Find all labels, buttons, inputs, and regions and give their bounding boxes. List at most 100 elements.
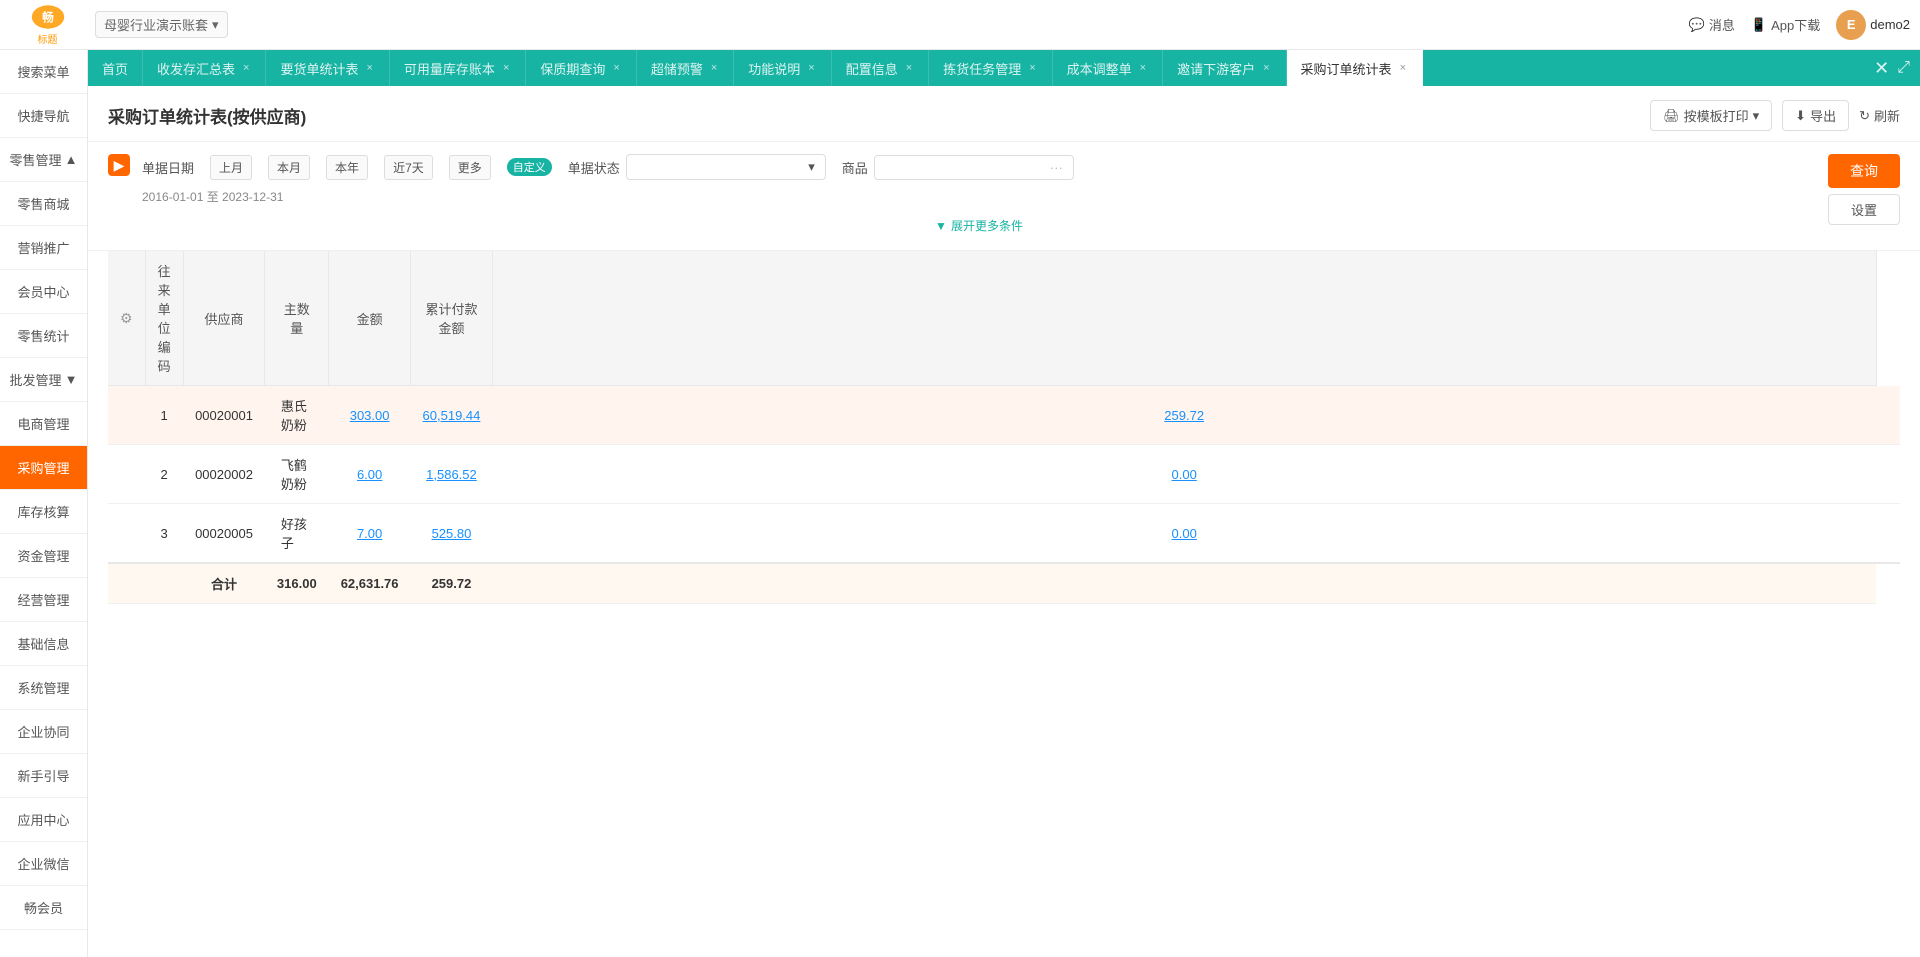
tab-invite-customer[interactable]: 邀请下游客户 × xyxy=(1163,50,1286,86)
expand-more-button[interactable]: ▼ 展开更多条件 xyxy=(931,213,1027,238)
sidebar-item-newbie[interactable]: 新手引导 xyxy=(0,754,87,798)
gear-icon[interactable]: ⚙ xyxy=(120,310,133,326)
row-quantity-1[interactable]: 6.00 xyxy=(329,445,411,504)
sidebar-item-enterprise[interactable]: 企业协同 xyxy=(0,710,87,754)
row-quantity-0[interactable]: 303.00 xyxy=(329,386,411,445)
filter-area: ▶ 单据日期 上月 本月 本年 近7天 更多 自定义 xyxy=(88,142,1920,251)
tab-close-order-summary[interactable]: × xyxy=(364,61,374,75)
sidebar-item-retail-shop[interactable]: 零售商城 xyxy=(0,182,87,226)
filter-toggle-button[interactable]: ▶ xyxy=(108,154,130,176)
status-select[interactable]: ▾ xyxy=(626,154,826,180)
sidebar-item-search[interactable]: 搜索菜单 xyxy=(0,50,87,94)
col-header-supplier: 供应商 xyxy=(183,251,265,386)
tab-home[interactable]: 首页 xyxy=(88,50,143,86)
sidebar-item-retail-stats[interactable]: 零售统计 xyxy=(0,314,87,358)
message-button[interactable]: 💬 消息 xyxy=(1689,15,1735,34)
tab-config-info[interactable]: 配置信息 × xyxy=(832,50,929,86)
setting-button[interactable]: 设置 xyxy=(1828,194,1900,225)
tab-pick-task[interactable]: 拣货任务管理 × xyxy=(929,50,1052,86)
tab-close-overstock-warning[interactable]: × xyxy=(709,61,719,75)
refresh-button[interactable]: ↻ 刷新 xyxy=(1859,106,1900,125)
sidebar-item-shortcut[interactable]: 快捷导航 xyxy=(0,94,87,138)
sidebar: 搜索菜单 快捷导航 零售管理▲ 零售商城 营销推广 会员中心 零售统计 批发管理… xyxy=(0,50,88,957)
row-amount-0[interactable]: 60,519.44 xyxy=(411,386,493,445)
footer-amount: 62,631.76 xyxy=(329,563,411,604)
row-empty-1 xyxy=(1876,445,1900,504)
industry-selector[interactable]: 母婴行业演示账套 ▾ xyxy=(95,11,228,38)
sidebar-item-wechat[interactable]: 企业微信 xyxy=(0,842,87,886)
tab-overstock-warning[interactable]: 超储预警 × xyxy=(637,50,734,86)
footer-quantity: 316.00 xyxy=(265,563,329,604)
content-area: 首页 收发存汇总表 × 要货单统计表 × 可用量库存账本 × 保质期查询 × 超… xyxy=(88,50,1920,957)
tab-purchase-summary[interactable]: 采购订单统计表 × xyxy=(1287,50,1423,86)
data-table: ⚙ 往来单位编码 供应商 主数量 金额 累计付款金额 xyxy=(108,251,1900,604)
row-quantity-2[interactable]: 7.00 xyxy=(329,504,411,564)
tab-close-function-desc[interactable]: × xyxy=(806,61,816,75)
page-header: 采购订单统计表(按供应商) 🖨 按模板打印 ▾ ⬇ 导出 ↻ xyxy=(88,86,1920,142)
phone-icon: 📱 xyxy=(1751,17,1767,33)
sidebar-item-member[interactable]: 会员中心 xyxy=(0,270,87,314)
tab-receive-summary[interactable]: 收发存汇总表 × xyxy=(143,50,266,86)
row-amount-1[interactable]: 1,586.52 xyxy=(411,445,493,504)
tab-close-all-icon[interactable]: ✕ xyxy=(1874,58,1889,79)
col-header-empty xyxy=(492,251,1876,386)
date-btn-this-year[interactable]: 本年 xyxy=(326,155,368,180)
sidebar-item-member2[interactable]: 畅会员 xyxy=(0,886,87,930)
app-download-button[interactable]: 📱 App下载 xyxy=(1751,15,1820,34)
chevron-down-icon: ▾ xyxy=(212,17,219,33)
row-settings-0 xyxy=(108,386,145,445)
tab-close-expiry-query[interactable]: × xyxy=(611,61,621,75)
table-row: 2 00020002 飞鹤奶粉 6.00 1,586.52 0.00 xyxy=(108,445,1900,504)
top-bar-right: 💬 消息 📱 App下载 E demo2 xyxy=(1689,10,1910,40)
tab-available-inventory[interactable]: 可用量库存账本 × xyxy=(390,50,526,86)
page-actions: 🖨 按模板打印 ▾ ⬇ 导出 ↻ 刷新 xyxy=(1650,100,1900,131)
export-button[interactable]: ⬇ 导出 xyxy=(1782,100,1849,131)
template-print-button[interactable]: 🖨 按模板打印 ▾ xyxy=(1650,100,1772,131)
date-btn-this-month[interactable]: 本月 xyxy=(268,155,310,180)
tab-function-desc[interactable]: 功能说明 × xyxy=(734,50,831,86)
sidebar-item-finance[interactable]: 资金管理 xyxy=(0,534,87,578)
main-layout: 搜索菜单 快捷导航 零售管理▲ 零售商城 营销推广 会员中心 零售统计 批发管理… xyxy=(0,50,1920,957)
table-row: 1 00020001 惠氏奶粉 303.00 60,519.44 259.72 xyxy=(108,386,1900,445)
date-btn-7days[interactable]: 近7天 xyxy=(384,155,433,180)
row-empty-0 xyxy=(1876,386,1900,445)
sidebar-item-retail[interactable]: 零售管理▲ xyxy=(0,138,87,182)
chevron-icon: ▲ xyxy=(65,152,78,167)
date-btn-last-month[interactable]: 上月 xyxy=(210,155,252,180)
row-supplier-2: 好孩子 xyxy=(265,504,329,564)
tab-close-pick-task[interactable]: × xyxy=(1027,61,1037,75)
tab-close-receive-summary[interactable]: × xyxy=(241,61,251,75)
row-amount-2[interactable]: 525.80 xyxy=(411,504,493,564)
sidebar-item-system[interactable]: 系统管理 xyxy=(0,666,87,710)
user-menu[interactable]: E demo2 xyxy=(1836,10,1910,40)
tab-cost-adjust[interactable]: 成本调整单 × xyxy=(1053,50,1163,86)
col-header-amount: 金额 xyxy=(329,251,411,386)
row-paid-amount-1[interactable]: 0.00 xyxy=(492,445,1876,504)
row-paid-amount-0[interactable]: 259.72 xyxy=(492,386,1876,445)
sidebar-item-purchase[interactable]: 采购管理 xyxy=(0,446,87,490)
sidebar-item-apps[interactable]: 应用中心 xyxy=(0,798,87,842)
tab-order-summary[interactable]: 要货单统计表 × xyxy=(266,50,389,86)
tab-fullscreen-icon[interactable]: ⤢ xyxy=(1897,59,1910,77)
page-title: 采购订单统计表(按供应商) xyxy=(108,103,306,128)
sidebar-item-inventory[interactable]: 库存核算 xyxy=(0,490,87,534)
tab-close-cost-adjust[interactable]: × xyxy=(1138,61,1148,75)
sidebar-item-basic[interactable]: 基础信息 xyxy=(0,622,87,666)
row-paid-amount-2[interactable]: 0.00 xyxy=(492,504,1876,564)
date-label: 单据日期 xyxy=(142,158,194,177)
sidebar-item-business[interactable]: 经营管理 xyxy=(0,578,87,622)
goods-input[interactable]: ··· xyxy=(874,155,1074,180)
tab-close-purchase-summary[interactable]: × xyxy=(1398,61,1408,75)
filter-goods: 商品 ··· xyxy=(842,155,1074,180)
sidebar-item-ecommerce[interactable]: 电商管理 xyxy=(0,402,87,446)
tab-close-config-info[interactable]: × xyxy=(904,61,914,75)
sidebar-item-wholesale[interactable]: 批发管理▼ xyxy=(0,358,87,402)
tab-close-available-inventory[interactable]: × xyxy=(501,61,511,75)
top-bar: 畅 标题 母婴行业演示账套 ▾ 💬 消息 📱 App下载 E demo2 xyxy=(0,0,1920,50)
query-button[interactable]: 查询 xyxy=(1828,154,1900,188)
row-index-1: 2 xyxy=(145,445,183,504)
tab-close-invite-customer[interactable]: × xyxy=(1261,61,1271,75)
tab-expiry-query[interactable]: 保质期查询 × xyxy=(526,50,636,86)
sidebar-item-marketing[interactable]: 营销推广 xyxy=(0,226,87,270)
date-btn-more[interactable]: 更多 xyxy=(449,155,491,180)
